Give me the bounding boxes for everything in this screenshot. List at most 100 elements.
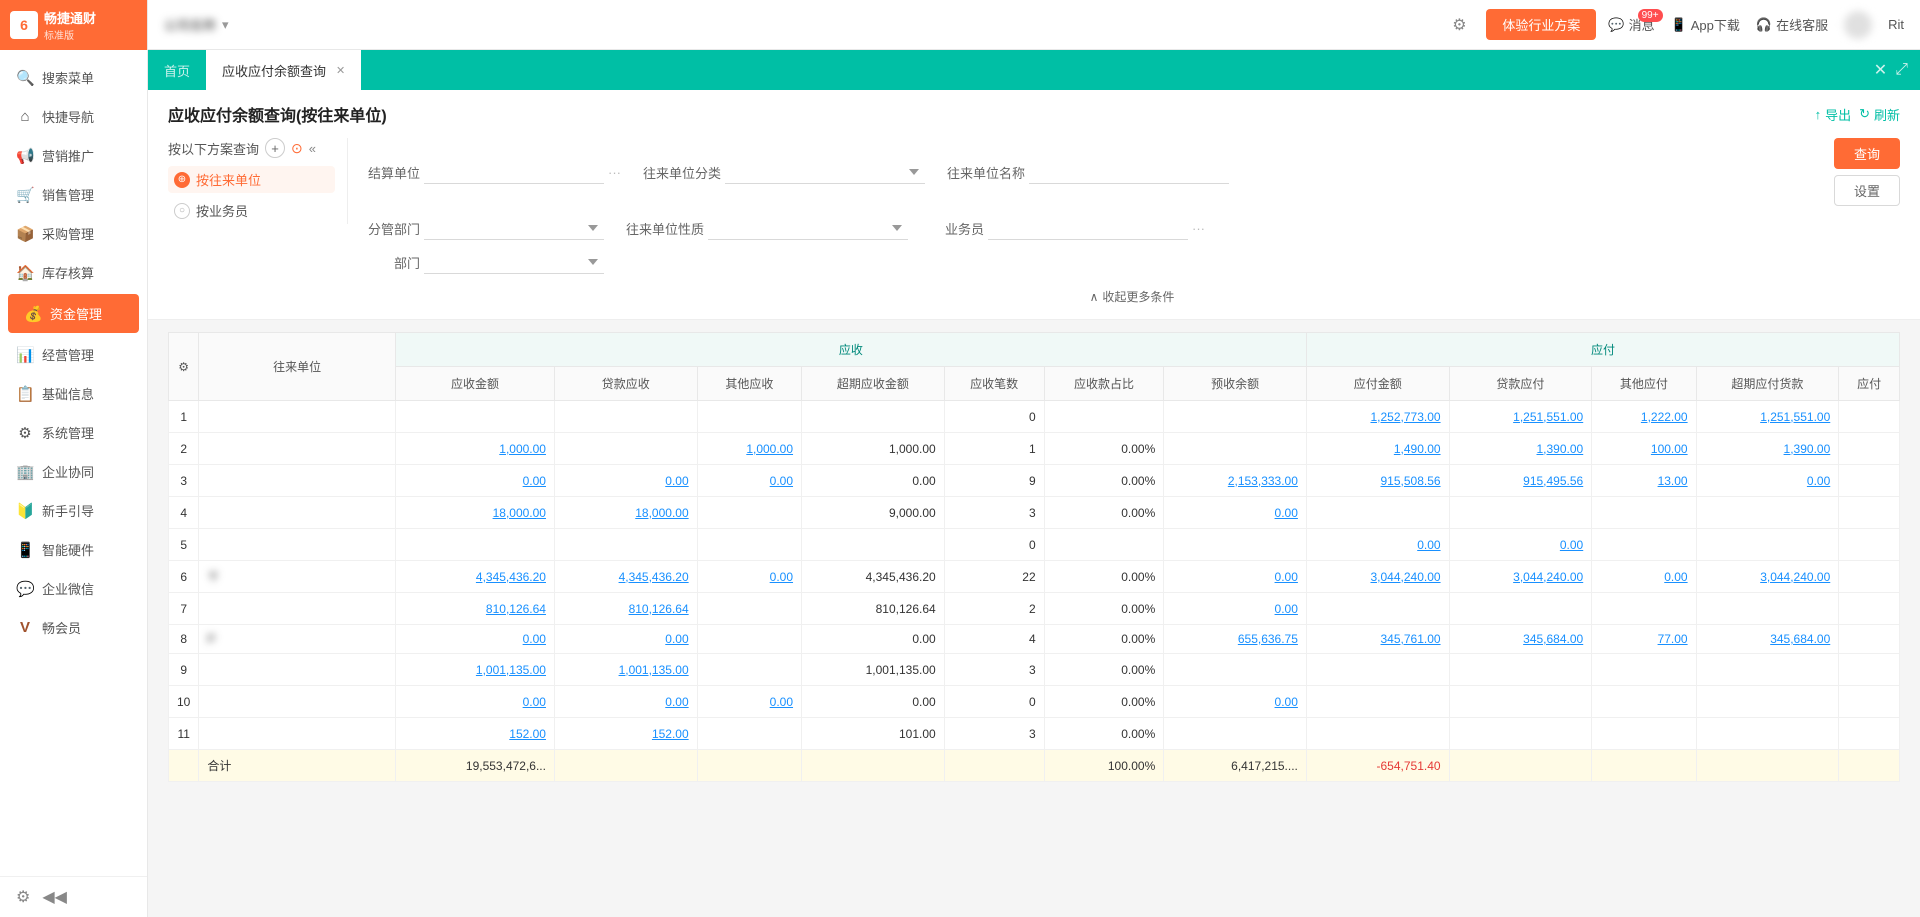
table-settings-icon[interactable]: ⚙ <box>178 360 189 374</box>
hardware-icon: 📱 <box>16 541 34 559</box>
sidebar-item-marketing[interactable]: 📢营销推广 <box>0 136 147 175</box>
table-row: 3 0.00 0.00 0.00 0.00 9 0.00% 2,153,333.… <box>169 465 1900 497</box>
page-title: 应收应付余额查询(按往来单位) <box>168 102 387 126</box>
th-settings[interactable]: ⚙ <box>169 333 199 401</box>
dept-label: 部门 <box>364 253 420 272</box>
data-table: ⚙ 往来单位 应收 应付 应收金额 贷款应收 其他应收 超期应收金额 应收笔数 … <box>168 332 1900 782</box>
app-download-button[interactable]: 📱 App下载 <box>1671 15 1740 34</box>
filter-settlement: 结算单位 ··· <box>364 160 621 184</box>
partner-category-select[interactable] <box>725 160 925 184</box>
salesperson-dots[interactable]: ··· <box>1192 221 1205 236</box>
corp-icon: 🏢 <box>16 463 34 481</box>
export-button[interactable]: ↑ 导出 <box>1815 105 1852 124</box>
sidebar-item-operation[interactable]: 📊经营管理 <box>0 335 147 374</box>
filter-collapse-button[interactable]: ∧ 收起更多条件 <box>364 284 1900 309</box>
sidebar-item-member[interactable]: V畅会员 <box>0 608 147 647</box>
row-num: 7 <box>169 593 199 625</box>
settlement-input[interactable] <box>424 160 604 184</box>
logo-title: 畅捷通财 <box>44 8 96 27</box>
message-icon: 💬 <box>1608 17 1624 33</box>
th-group-ar: 应收 <box>395 333 1306 367</box>
gear-button[interactable]: ⚙ <box>1444 10 1474 40</box>
partner-name-input[interactable] <box>1029 160 1229 184</box>
scheme-item-salesperson[interactable]: ○ 按业务员 <box>168 197 335 224</box>
scheme-add-button[interactable]: + <box>265 138 285 158</box>
set-button[interactable]: 设置 <box>1834 175 1900 206</box>
row-partner <box>199 686 396 718</box>
sidebar-item-wechat[interactable]: 💬企业微信 <box>0 569 147 608</box>
tab-close-all-icon[interactable]: ✕ <box>1874 60 1887 80</box>
scheme-settings-icon[interactable]: ⊙ <box>291 140 303 157</box>
sidebar-item-basic[interactable]: 📋基础信息 <box>0 374 147 413</box>
sidebar-footer: ⚙ ◀◀ <box>0 876 147 917</box>
tab-home[interactable]: 首页 <box>148 50 206 90</box>
dept-select[interactable] <box>424 250 604 274</box>
app-label: App下载 <box>1691 15 1740 34</box>
sidebar-item-guide[interactable]: 🔰 新手引导 <box>0 491 147 530</box>
th-loan-ar: 贷款应收 <box>554 367 697 401</box>
sidebar-item-system[interactable]: ⚙系统管理 <box>0 413 147 452</box>
sidebar-label-system: 系统管理 <box>42 423 94 442</box>
filter-btns: 查询 设置 <box>1834 138 1900 206</box>
partner-nature-select[interactable] <box>708 216 908 240</box>
sidebar-label-quick: 快捷导航 <box>42 107 94 126</box>
tab-arbalance[interactable]: 应收应付余额查询 ✕ <box>206 50 361 90</box>
logo-icon: 6 <box>10 11 38 39</box>
guide-icon: 🔰 <box>16 502 34 520</box>
query-button[interactable]: 查询 <box>1834 138 1900 169</box>
sidebar-item-purchase[interactable]: 📦采购管理 <box>0 214 147 253</box>
scheme-collapse-icon[interactable]: « <box>309 141 316 156</box>
row-num: 8 <box>169 625 199 654</box>
sidebar-label-member: 畅会员 <box>42 618 81 637</box>
row-num: 1 <box>169 401 199 433</box>
salesperson-input[interactable] <box>988 216 1188 240</box>
filter-dept-manager: 分管部门 <box>364 216 604 240</box>
total-ap-amount: -654,751.40 <box>1306 750 1449 782</box>
sidebar-item-hardware[interactable]: 📱智能硬件 <box>0 530 147 569</box>
tab-arbalance-close[interactable]: ✕ <box>336 64 345 77</box>
table-row: 6 〒 4,345,436.20 4,345,436.20 0.00 4,345… <box>169 561 1900 593</box>
content-header: 应收应付余额查询(按往来单位) ↑ 导出 ↻ 刷新 按以下方案查询 + ⊙ <box>148 90 1920 320</box>
message-badge: 99+ <box>1638 9 1663 22</box>
row-partner <box>199 465 396 497</box>
username-label[interactable]: Rit <box>1888 17 1904 32</box>
refresh-button[interactable]: ↻ 刷新 <box>1859 105 1900 124</box>
finance-icon: 💰 <box>24 305 42 323</box>
row-num: 6 <box>169 561 199 593</box>
online-service-button[interactable]: 🎧 在线客服 <box>1756 15 1828 34</box>
message-button[interactable]: 💬 消息 99+ <box>1608 15 1654 34</box>
settlement-dots[interactable]: ··· <box>608 165 621 180</box>
th-group-ap: 应付 <box>1306 333 1899 367</box>
sidebar-label-inventory: 库存核算 <box>42 263 94 282</box>
row-num: 4 <box>169 497 199 529</box>
sidebar-item-sales[interactable]: 🛒销售管理 <box>0 175 147 214</box>
sidebar-item-quick[interactable]: ⌂快捷导航 <box>0 97 147 136</box>
refresh-icon: ↻ <box>1859 106 1870 122</box>
footer-collapse-icon[interactable]: ◀◀ <box>42 887 67 907</box>
scheme-label: 按以下方案查询 <box>168 139 259 158</box>
sidebar-label-guide: 新手引导 <box>42 501 94 520</box>
th-loan-ap: 贷款应付 <box>1449 367 1592 401</box>
sidebar-item-finance[interactable]: 💰资金管理 <box>8 294 139 333</box>
sidebar-label-basic: 基础信息 <box>42 384 94 403</box>
table-group-header-row: ⚙ 往来单位 应收 应付 <box>169 333 1900 367</box>
filter-salesperson: 业务员 ··· <box>928 216 1205 240</box>
table-row: 8 P 0.00 0.00 0.00 4 0.00% 655,636.75 34… <box>169 625 1900 654</box>
row-num: 9 <box>169 654 199 686</box>
sidebar-item-corp[interactable]: 🏢 企业协同 <box>0 452 147 491</box>
dept-manager-select[interactable] <box>424 216 604 240</box>
sidebar-label-operation: 经营管理 <box>42 345 94 364</box>
header-actions: ↑ 导出 ↻ 刷新 <box>1815 105 1900 124</box>
sidebar-label-corp: 企业协同 <box>42 462 94 481</box>
sidebar: 6 畅捷通财 标准版 🔍搜索菜单 ⌂快捷导航 📢营销推广 🛒销售管理 📦采购管理… <box>0 0 148 917</box>
industry-solution-button[interactable]: 体验行业方案 <box>1486 9 1596 40</box>
sidebar-item-search[interactable]: 🔍搜索菜单 <box>0 58 147 97</box>
breadcrumb-chevron[interactable]: ▾ <box>222 17 229 33</box>
footer-settings-icon[interactable]: ⚙ <box>16 887 30 907</box>
export-label: 导出 <box>1825 105 1851 124</box>
th-ar-amount: 应收金额 <box>395 367 554 401</box>
scheme-item-partner[interactable]: ⊕ 按往来单位 <box>168 166 335 193</box>
user-avatar[interactable] <box>1844 11 1872 39</box>
sidebar-item-inventory[interactable]: 🏠库存核算 <box>0 253 147 292</box>
tab-expand-icon[interactable]: ⤢ <box>1895 61 1908 79</box>
